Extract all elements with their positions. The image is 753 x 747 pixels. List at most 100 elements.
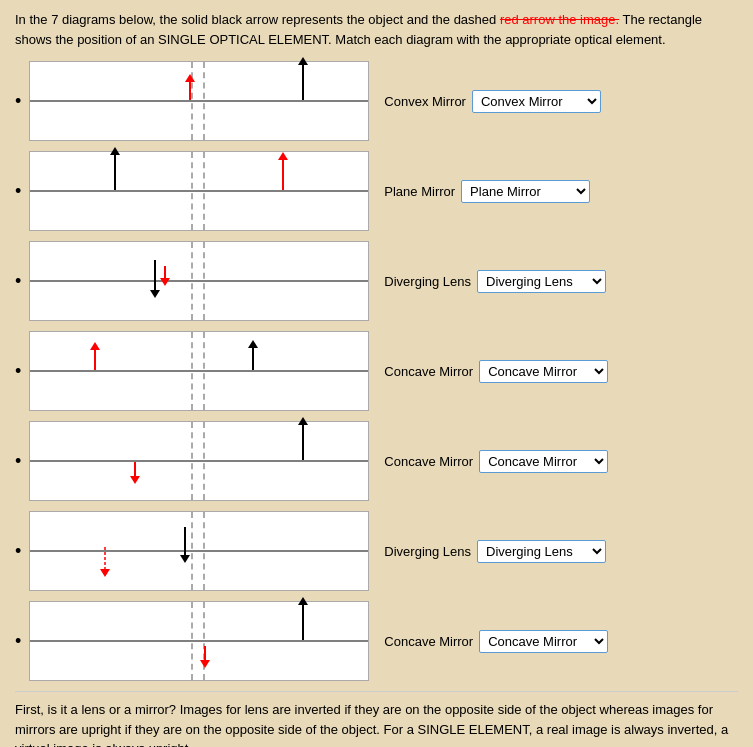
v-dashed-right-5 [203,422,205,500]
bullet-6: • [15,542,21,560]
black-arrow-4 [248,340,258,370]
h-line-3 [30,281,368,282]
h-line-6 [30,551,368,552]
v-dashed-right-1 [203,62,205,140]
bullet-4: • [15,362,21,380]
v-dashed-left-7 [191,602,193,680]
diagram-box-6 [29,511,369,591]
label-text-2: Plane Mirror [384,184,455,199]
red-arrow-head-3 [160,278,170,286]
select-2[interactable]: Convex Mirror Concave Mirror Plane Mirro… [461,180,590,203]
black-arrow-2 [110,147,120,190]
main-page: In the 7 diagrams below, the solid black… [0,0,753,747]
red-arrow-1 [185,74,195,100]
bullet-3: • [15,272,21,290]
black-arrow-line-7 [302,605,304,640]
bullet-5: • [15,452,21,470]
intro-text: In the 7 diagrams below, the solid black… [15,10,738,49]
diagram-box-1 [29,61,369,141]
diagram-box-5 [29,421,369,501]
red-arrow-line-1 [189,82,191,100]
black-arrow-line-6 [184,527,186,555]
red-arrow-head-5 [130,476,140,484]
red-arrow-head-4 [90,342,100,350]
v-dashed-right-4 [203,332,205,410]
label-select-7: Concave Mirror Convex Mirror Concave Mir… [384,630,608,653]
bullet-7: • [15,632,21,650]
svg-marker-1 [100,569,110,577]
select-1[interactable]: Convex Mirror Concave Mirror Plane Mirro… [472,90,601,113]
label-text-6: Diverging Lens [384,544,471,559]
black-arrow-line-2 [114,155,116,190]
select-6[interactable]: Convex Mirror Concave Mirror Plane Mirro… [477,540,606,563]
diagram-box-2 [29,151,369,231]
black-arrow-3 [150,260,160,298]
black-arrow-5 [298,417,308,460]
intro-text-1: In the 7 diagrams below, the solid black… [15,12,500,27]
select-5[interactable]: Convex Mirror Concave Mirror Plane Mirro… [479,450,608,473]
diagram-box-7 [29,601,369,681]
label-text-7: Concave Mirror [384,634,473,649]
red-arrow-head-1 [185,74,195,82]
diagram-row-1: • Convex Mirror Convex Mirror Concave Mi… [15,61,738,141]
black-arrow-head-1 [298,57,308,65]
label-text-3: Diverging Lens [384,274,471,289]
select-7[interactable]: Convex Mirror Concave Mirror Plane Mirro… [479,630,608,653]
black-arrow-head-6 [180,555,190,563]
diagram-row-3: • Diverging Lens Convex Mirror Concave M… [15,241,738,321]
label-text-5: Concave Mirror [384,454,473,469]
black-arrow-head-4 [248,340,258,348]
v-dashed-right-2 [203,152,205,230]
label-select-1: Convex Mirror Convex Mirror Concave Mirr… [384,90,601,113]
label-select-4: Concave Mirror Convex Mirror Concave Mir… [384,360,608,383]
intro-text-red: red arrow the image. [500,12,619,27]
v-dashed-left-3 [191,242,193,320]
diagram-box-4 [29,331,369,411]
red-arrow-2 [278,152,288,190]
bullet-2: • [15,182,21,200]
red-arrow-head-2 [278,152,288,160]
v-dashed-left-2 [191,152,193,230]
v-dashed-left-6 [191,512,193,590]
hint-text: First, is it a lens or a mirror? Images … [15,702,728,747]
h-line-5 [30,461,368,462]
black-arrow-6 [180,527,190,563]
v-dashed-right-6 [203,512,205,590]
red-arrow-head-7 [200,660,210,668]
label-select-3: Diverging Lens Convex Mirror Concave Mir… [384,270,606,293]
red-arrow-4 [90,342,100,370]
label-text-1: Convex Mirror [384,94,466,109]
select-3[interactable]: Convex Mirror Concave Mirror Plane Mirro… [477,270,606,293]
label-text-4: Concave Mirror [384,364,473,379]
h-line-4 [30,371,368,372]
black-arrow-line-5 [302,425,304,460]
v-dashed-left-5 [191,422,193,500]
label-select-5: Concave Mirror Convex Mirror Concave Mir… [384,450,608,473]
label-select-6: Diverging Lens Convex Mirror Concave Mir… [384,540,606,563]
black-arrow-line-1 [302,65,304,100]
black-arrow-7 [298,597,308,640]
diagram-row-6: • Diverging Lens Convex Mirror Conc [15,511,738,591]
black-arrow-head-7 [298,597,308,605]
red-icon-6 [95,547,115,580]
label-select-2: Plane Mirror Convex Mirror Concave Mirro… [384,180,590,203]
v-dashed-right-3 [203,242,205,320]
diagram-row-5: • Concave Mirror Convex Mirror Concave M… [15,421,738,501]
diagram-row-4: • Concave Mirror Convex Mirror Concave M… [15,331,738,411]
bullet-1: • [15,92,21,110]
red-arrow-line-7 [204,646,206,660]
black-arrow-head-3 [150,290,160,298]
black-arrow-head-5 [298,417,308,425]
v-dashed-right-7 [203,602,205,680]
h-line-2 [30,191,368,192]
diagram-box-3 [29,241,369,321]
red-arrow-line-3 [164,266,166,278]
v-dashed-left-4 [191,332,193,410]
black-arrow-head-2 [110,147,120,155]
select-4[interactable]: Convex Mirror Concave Mirror Plane Mirro… [479,360,608,383]
red-arrow-5 [130,462,140,484]
red-arrow-7 [200,646,210,668]
red-arrow-3 [160,266,170,286]
red-arrow-line-5 [134,462,136,476]
red-arrow-line-4 [94,350,96,370]
